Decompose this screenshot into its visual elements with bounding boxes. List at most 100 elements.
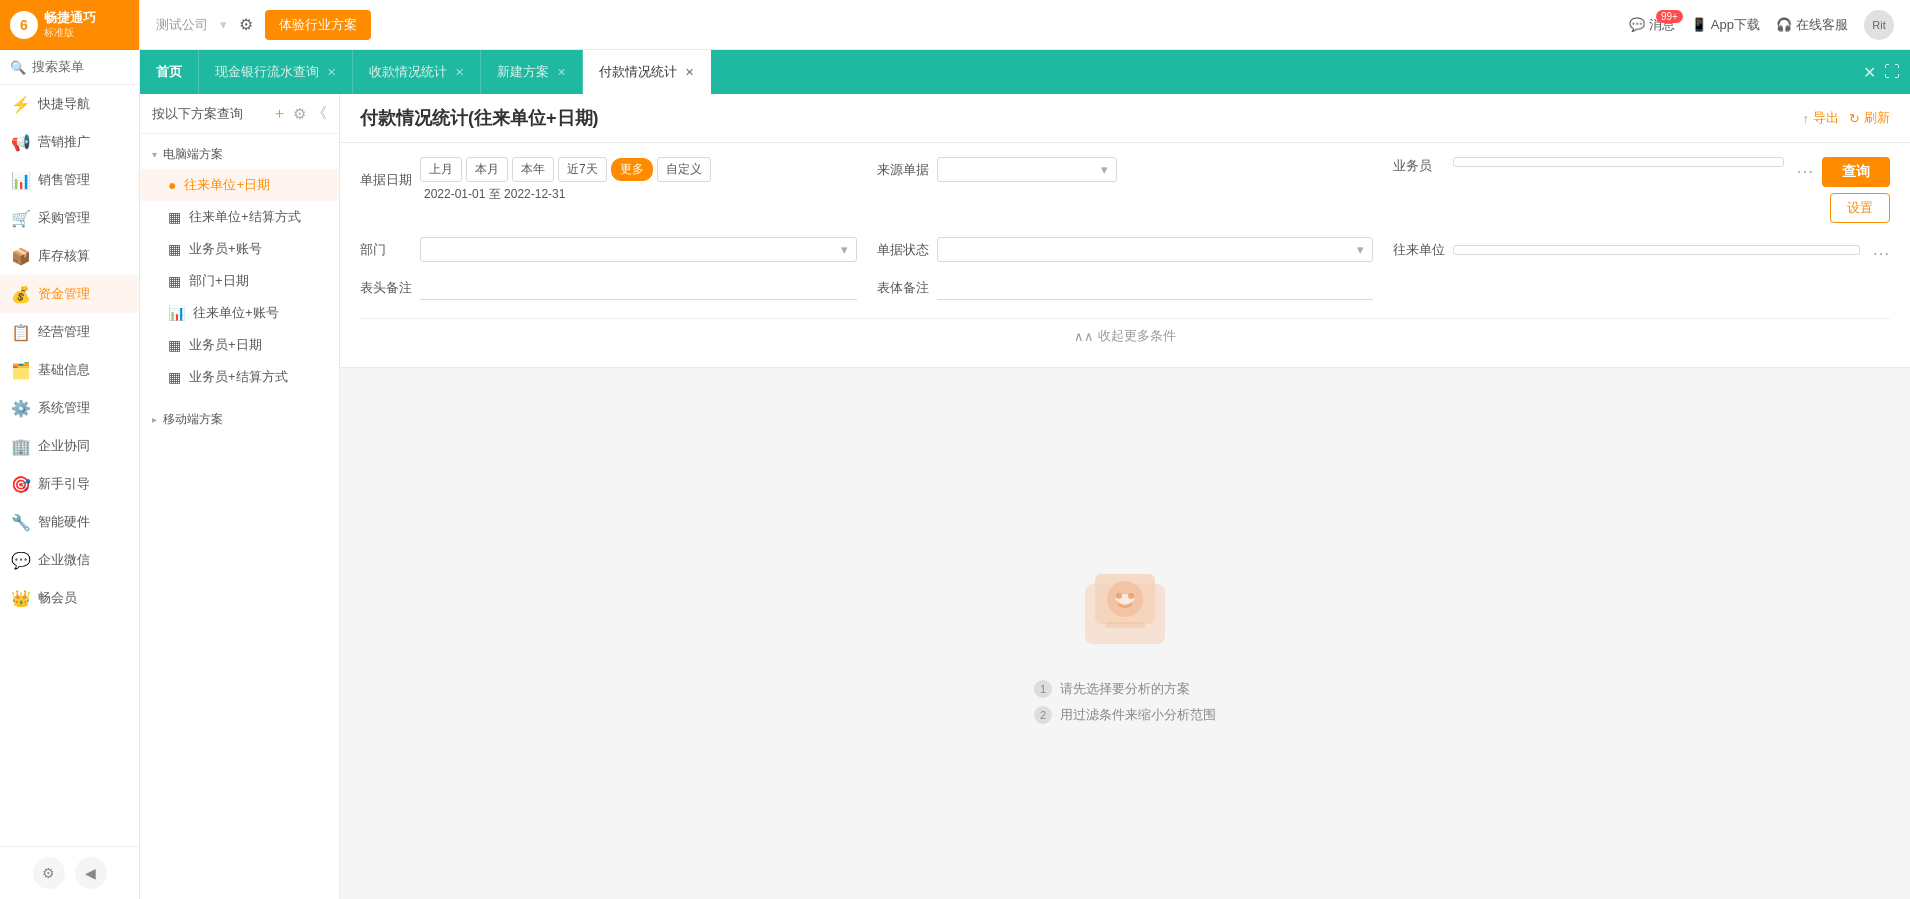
message-button[interactable]: 💬 消息 99+ [1629,16,1675,34]
sidebar-item-operation[interactable]: 📋经营管理 [0,313,139,351]
user-avatar[interactable]: Rit [1864,10,1894,40]
date-range: 2022-01-01 至 2022-12-31 [424,186,711,203]
source-select-arrow: ▾ [1101,162,1108,177]
scheme-item-unit-date[interactable]: ●往来单位+日期 [140,169,339,201]
unit-filter-cell: 往来单位 … [1393,239,1890,260]
scheme-group-title-desktop[interactable]: ▾电脑端方案 [140,140,339,169]
try-industry-button[interactable]: 体验行业方案 [265,10,371,40]
scheme-panel-header: 按以下方案查询 ＋ ⚙ 《 [140,94,339,134]
refresh-button[interactable]: ↻ 刷新 [1849,109,1890,127]
export-button[interactable]: ↑ 导出 [1803,109,1840,127]
sidebar-item-guide[interactable]: 🎯新手引导 [0,465,139,503]
tabbar: 首页现金银行流水查询✕收款情况统计✕新建方案✕付款情况统计✕ ✕ ⛶ [140,50,1910,94]
tip-num-1: 1 [1034,680,1052,698]
close-tab-payment-stats[interactable]: ✕ [685,66,694,79]
docstatus-select[interactable]: ▾ [937,237,1374,262]
staff-select[interactable] [1453,157,1784,167]
sidebar-item-system[interactable]: ⚙️系统管理 [0,389,139,427]
sidebar-item-hardware[interactable]: 🔧智能硬件 [0,503,139,541]
body-note-cell: 表体备注 [877,276,1374,300]
scheme-item-staff-date[interactable]: ▦业务员+日期 [140,329,339,361]
date-btn-本月[interactable]: 本月 [466,157,508,182]
date-btn-上月[interactable]: 上月 [420,157,462,182]
operation-icon: 📋 [12,323,30,341]
scheme-item-dept-date[interactable]: ▦部门+日期 [140,265,339,297]
page-title: 付款情况统计(往来单位+日期) [360,106,599,130]
header-note-cell: 表头备注 [360,276,857,300]
basic-icon: 🗂️ [12,361,30,379]
sidebar-item-enterprise[interactable]: 🏢企业协同 [0,427,139,465]
collapse-filter-button[interactable]: ∧∧ 收起更多条件 [360,318,1890,353]
app-icon: 📱 [1691,17,1707,32]
empty-tip-2: 2 用过滤条件来缩小分析范围 [1034,706,1216,724]
quick-nav-icon: ⚡ [12,95,30,113]
date-btn-更多[interactable]: 更多 [611,158,653,181]
sidebar-item-basic[interactable]: 🗂️基础信息 [0,351,139,389]
date-label: 单据日期 [360,171,412,189]
collapse-panel-icon[interactable]: 《 [312,104,327,123]
close-all-icon[interactable]: ✕ [1863,63,1876,82]
scheme-panel: 按以下方案查询 ＋ ⚙ 《 ▾电脑端方案●往来单位+日期▦往来单位+结算方式▦业… [140,94,340,899]
unit-more-icon[interactable]: … [1872,239,1890,260]
source-label: 来源单据 [877,161,929,179]
hardware-icon: 🔧 [12,513,30,531]
wechat-icon: 💬 [12,551,30,569]
sidebar-item-inventory[interactable]: 📦库存核算 [0,237,139,275]
edit-scheme-icon[interactable]: ⚙ [293,105,306,123]
search-menu[interactable]: 🔍 搜索菜单 [0,50,139,85]
staff-filter-cell: 业务员 … 查询 设置 [1393,157,1890,223]
close-tab-receipt-stats[interactable]: ✕ [455,66,464,79]
scheme-group-title-mobile[interactable]: ▸移动端方案 [140,405,339,434]
scheme-item-unit-account[interactable]: 📊往来单位+账号 [140,297,339,329]
sidebar-item-purchase[interactable]: 🛒采购管理 [0,199,139,237]
scheme-item-staff-settle[interactable]: ▦业务员+结算方式 [140,361,339,393]
topbar-settings-icon[interactable]: ⚙ [239,15,253,34]
tip-num-2: 2 [1034,706,1052,724]
staff-more-icon[interactable]: … [1796,157,1814,178]
body-note-input[interactable] [937,276,1374,300]
sidebar-item-quick-nav[interactable]: ⚡快捷导航 [0,85,139,123]
add-scheme-icon[interactable]: ＋ [272,104,287,123]
close-tab-new-scheme[interactable]: ✕ [557,66,566,79]
sidebar-item-wechat[interactable]: 💬企业微信 [0,541,139,579]
dept-filter-cell: 部门 ▾ [360,237,857,262]
tab-receipt-stats[interactable]: 收款情况统计✕ [353,50,481,94]
collapse-sidebar-button[interactable]: ◀ [75,857,107,889]
source-select[interactable]: ▾ [937,157,1117,182]
marketing-icon: 📢 [12,133,30,151]
svg-point-3 [1116,593,1122,599]
header-note-input[interactable] [420,276,857,300]
sales-icon: 📊 [12,171,30,189]
tab-new-scheme[interactable]: 新建方案✕ [481,50,583,94]
inventory-icon: 📦 [12,247,30,265]
company-arrow-icon: ▾ [220,17,227,32]
unit-select[interactable] [1453,245,1860,255]
settings-button[interactable]: ⚙ [33,857,65,889]
maximize-icon[interactable]: ⛶ [1884,63,1900,81]
close-tab-bank-flow[interactable]: ✕ [327,66,336,79]
date-btn-自定义[interactable]: 自定义 [657,157,711,182]
filter-settings-button[interactable]: 设置 [1830,193,1890,223]
guide-icon: 🎯 [12,475,30,493]
app-download-button[interactable]: 📱 App下载 [1691,16,1760,34]
sidebar-item-member[interactable]: 👑畅会员 [0,579,139,617]
sidebar-item-sales[interactable]: 📊销售管理 [0,161,139,199]
date-btn-近7天[interactable]: 近7天 [558,157,607,182]
tabbar-right: ✕ ⛶ [1853,50,1910,94]
sidebar-item-marketing[interactable]: 📢营销推广 [0,123,139,161]
filter-area: 单据日期 上月本月本年近7天更多自定义 2022-01-01 至 2022-12… [340,143,1910,368]
dept-select[interactable]: ▾ [420,237,857,262]
online-service-button[interactable]: 🎧 在线客服 [1776,16,1848,34]
tab-payment-stats[interactable]: 付款情况统计✕ [583,50,711,94]
scheme-item-staff-account[interactable]: ▦业务员+账号 [140,233,339,265]
sidebar-item-capital[interactable]: 💰资金管理 [0,275,139,313]
collapse-icon: ∧∧ [1074,329,1094,344]
date-btn-本年[interactable]: 本年 [512,157,554,182]
scheme-item-unit-settle[interactable]: ▦往来单位+结算方式 [140,201,339,233]
query-button[interactable]: 查询 [1822,157,1890,187]
page-header-buttons: ↑ 导出 ↻ 刷新 [1803,109,1891,127]
tab-bank-flow[interactable]: 现金银行流水查询✕ [199,50,353,94]
refresh-icon: ↻ [1849,111,1860,126]
docstatus-filter-cell: 单据状态 ▾ [877,237,1374,262]
tab-home[interactable]: 首页 [140,50,199,94]
